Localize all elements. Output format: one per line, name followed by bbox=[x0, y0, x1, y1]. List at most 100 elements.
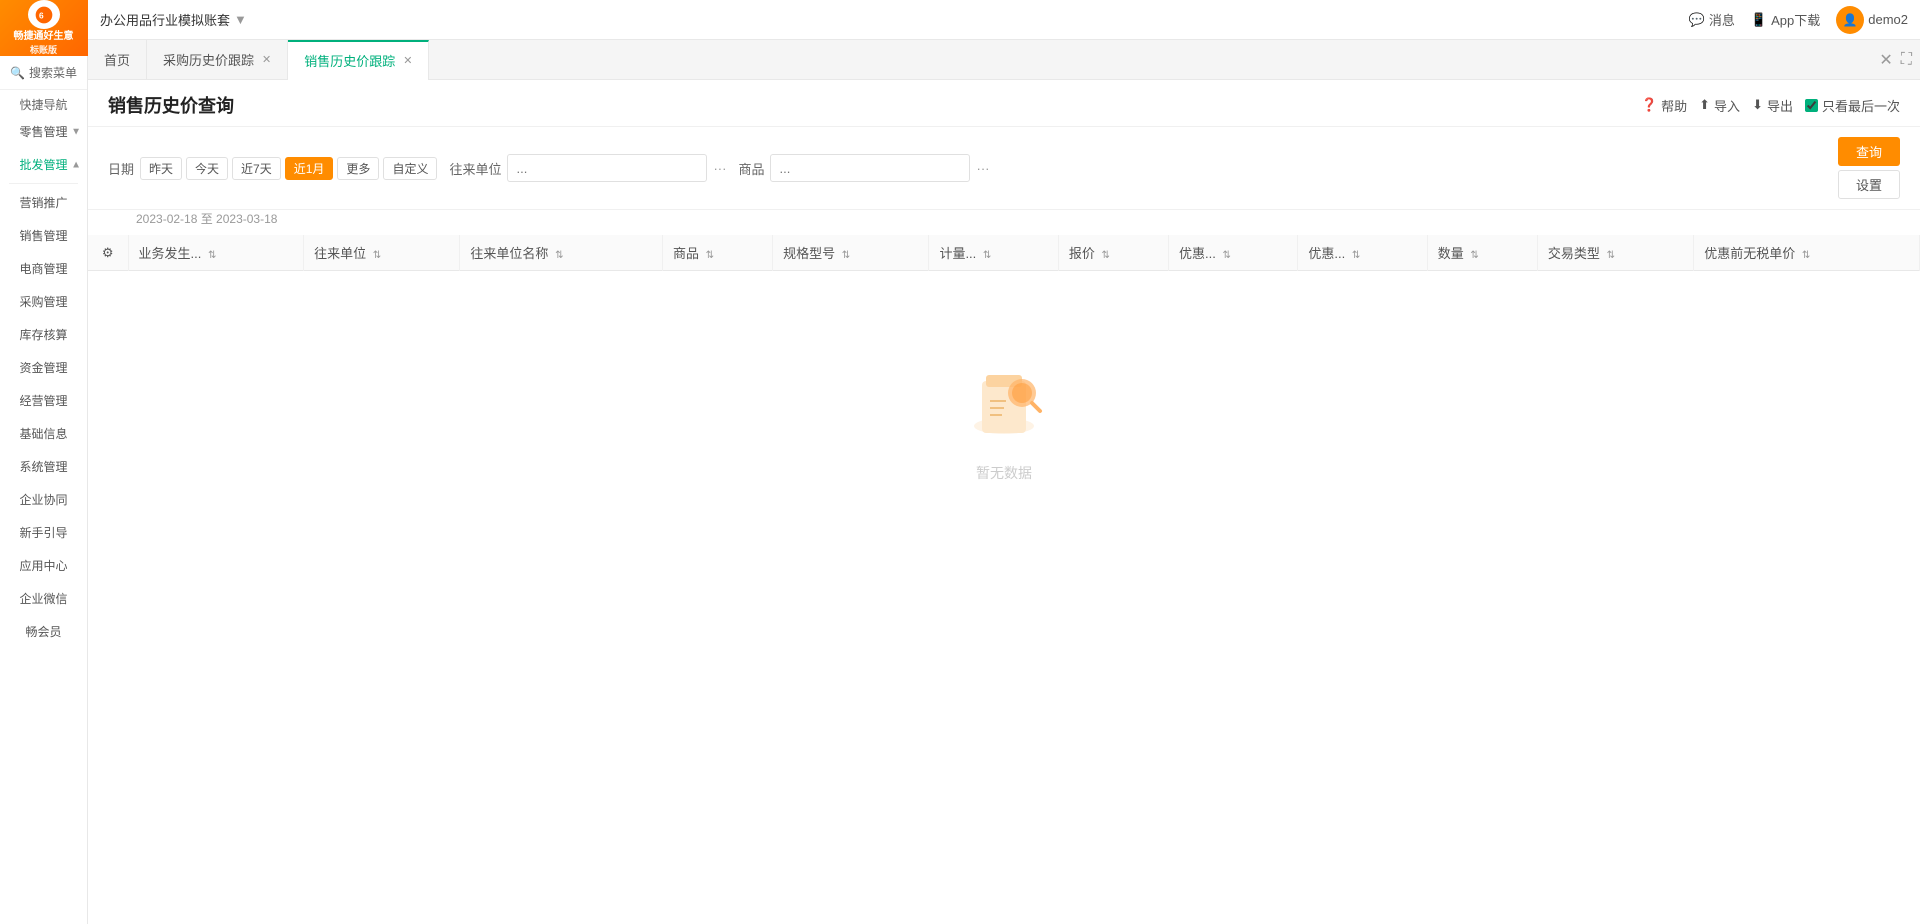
sales-label: 销售管理 bbox=[19, 227, 67, 244]
col-discount1[interactable]: 优惠... ⇅ bbox=[1168, 235, 1297, 271]
goods-more-icon[interactable]: ··· bbox=[976, 161, 989, 176]
quick-nav-label: 快捷导航 bbox=[0, 90, 87, 115]
header-actions: 💬 消息 📱 App下载 👤 demo2 bbox=[1689, 6, 1908, 34]
col-price[interactable]: 报价 ⇅ bbox=[1058, 235, 1168, 271]
system-label: 系统管理 bbox=[19, 458, 67, 475]
date-btn-yesterday[interactable]: 昨天 bbox=[140, 157, 182, 180]
sidebar-item-appstore[interactable]: 应用中心 bbox=[0, 549, 87, 582]
page-title-actions: ❓ 帮助 ⬆ 导入 ⬇ 导出 只看最后一次 bbox=[1641, 96, 1900, 115]
sidebar-item-marketing[interactable]: 营销推广 bbox=[0, 186, 87, 219]
only-last-item[interactable]: 只看最后一次 bbox=[1805, 96, 1900, 115]
marketing-label: 营销推广 bbox=[19, 194, 67, 211]
sidebar-item-wechat[interactable]: 企业微信 bbox=[0, 582, 87, 615]
operation-label: 经营管理 bbox=[19, 392, 67, 409]
date-btn-7days[interactable]: 近7天 bbox=[232, 157, 281, 180]
col-biz-date[interactable]: 业务发生... ⇅ bbox=[128, 235, 304, 271]
member-label: 畅会员 bbox=[25, 623, 61, 640]
sidebar-item-system[interactable]: 系统管理 bbox=[0, 450, 87, 483]
message-icon: 💬 bbox=[1689, 12, 1705, 28]
col-trade-type[interactable]: 交易类型 ⇅ bbox=[1537, 235, 1693, 271]
date-btn-1month[interactable]: 近1月 bbox=[285, 157, 334, 180]
sidebar-item-wholesale[interactable]: 批发管理 ▲ bbox=[0, 148, 87, 181]
sidebar-item-ecommerce[interactable]: 电商管理 bbox=[0, 252, 87, 285]
avatar-icon: 👤 bbox=[1843, 13, 1858, 27]
main-table: ⚙ 业务发生... ⇅ 往来单位 ⇅ 往来单位名称 ⇅ bbox=[88, 235, 1920, 271]
export-icon: ⬇ bbox=[1752, 97, 1763, 113]
sidebar-item-retail[interactable]: 零售管理 ▼ bbox=[0, 115, 87, 148]
tab-sales-history[interactable]: 销售历史价跟踪 ✕ bbox=[288, 40, 429, 80]
sort-icon-spec: ⇅ bbox=[842, 250, 850, 261]
search-menu[interactable]: 🔍 搜索菜单 bbox=[0, 56, 87, 90]
goods-input[interactable] bbox=[770, 154, 970, 182]
sort-icon-unit: ⇅ bbox=[983, 250, 991, 261]
sort-icon-discount1: ⇅ bbox=[1222, 250, 1230, 261]
date-label: 日期 bbox=[108, 159, 134, 178]
tab-bar: 首页 采购历史价跟踪 ✕ 销售历史价跟踪 ✕ ✕ ⛶ bbox=[88, 40, 1920, 80]
date-buttons: 昨天 今天 近7天 近1月 更多 自定义 bbox=[140, 157, 437, 180]
sidebar-item-enterprise[interactable]: 企业协同 bbox=[0, 483, 87, 516]
col-settings[interactable]: ⚙ bbox=[88, 235, 128, 271]
sidebar-item-operation[interactable]: 经营管理 bbox=[0, 384, 87, 417]
import-action[interactable]: ⬆ 导入 bbox=[1699, 96, 1740, 115]
tab-purchase-history[interactable]: 采购历史价跟踪 ✕ bbox=[147, 40, 288, 80]
tab-home[interactable]: 首页 bbox=[88, 40, 147, 80]
app-download-action[interactable]: 📱 App下载 bbox=[1751, 10, 1820, 29]
tab-maximize-icon[interactable]: ⛶ bbox=[1901, 51, 1912, 69]
tab-purchase-history-close[interactable]: ✕ bbox=[262, 53, 271, 66]
date-btn-more[interactable]: 更多 bbox=[337, 157, 379, 180]
help-action[interactable]: ❓ 帮助 bbox=[1641, 96, 1687, 115]
date-btn-today[interactable]: 今天 bbox=[186, 157, 228, 180]
goods-filter-group: 商品 ··· bbox=[738, 154, 989, 182]
tab-sales-history-close[interactable]: ✕ bbox=[403, 54, 412, 67]
col-pretax-price[interactable]: 优惠前无税单价 ⇅ bbox=[1694, 235, 1920, 271]
col-discount2[interactable]: 优惠... ⇅ bbox=[1298, 235, 1427, 271]
tab-close-all-icon[interactable]: ✕ bbox=[1879, 50, 1892, 70]
col-partner-name[interactable]: 往来单位名称 ⇅ bbox=[460, 235, 663, 271]
col-partner-code-label: 往来单位 bbox=[314, 246, 366, 261]
settings-button[interactable]: 设置 bbox=[1838, 170, 1900, 199]
tab-home-label: 首页 bbox=[104, 50, 130, 69]
message-action[interactable]: 💬 消息 bbox=[1689, 10, 1735, 29]
sort-icon-trade-type: ⇅ bbox=[1607, 250, 1615, 261]
sidebar-item-guide[interactable]: 新手引导 bbox=[0, 516, 87, 549]
enterprise-label: 企业协同 bbox=[19, 491, 67, 508]
sort-icon-partner-code: ⇅ bbox=[373, 250, 381, 261]
col-unit[interactable]: 计量... ⇅ bbox=[929, 235, 1058, 271]
col-partner-code[interactable]: 往来单位 ⇅ bbox=[304, 235, 460, 271]
date-btn-custom[interactable]: 自定义 bbox=[383, 157, 437, 180]
sort-icon-biz-date: ⇅ bbox=[208, 250, 216, 261]
col-goods[interactable]: 商品 ⇅ bbox=[662, 235, 772, 271]
inventory-label: 库存核算 bbox=[19, 326, 67, 343]
sort-icon-price: ⇅ bbox=[1101, 250, 1109, 261]
settings-icon[interactable]: ⚙ bbox=[102, 245, 114, 260]
sidebar-divider-1 bbox=[9, 183, 79, 184]
sidebar-item-member[interactable]: 畅会员 bbox=[0, 615, 87, 648]
search-icon: 🔍 bbox=[10, 66, 25, 80]
filter-bar: 日期 昨天 今天 近7天 近1月 更多 自定义 往来单位 ··· 商品 ··· bbox=[88, 127, 1920, 210]
partner-input[interactable] bbox=[507, 154, 707, 182]
help-label: 帮助 bbox=[1661, 96, 1687, 115]
query-button[interactable]: 查询 bbox=[1838, 137, 1900, 166]
export-action[interactable]: ⬇ 导出 bbox=[1752, 96, 1793, 115]
col-spec[interactable]: 规格型号 ⇅ bbox=[773, 235, 929, 271]
col-quantity[interactable]: 数量 ⇅ bbox=[1427, 235, 1537, 271]
retail-label: 零售管理 bbox=[19, 123, 67, 140]
message-label: 消息 bbox=[1709, 10, 1735, 29]
sidebar-item-finance[interactable]: 资金管理 bbox=[0, 351, 87, 384]
sidebar-item-inventory[interactable]: 库存核算 bbox=[0, 318, 87, 351]
chevron-down-icon: ▼ bbox=[71, 126, 81, 137]
user-profile-action[interactable]: 👤 demo2 bbox=[1836, 6, 1908, 34]
sort-icon-goods: ⇅ bbox=[706, 250, 714, 261]
workspace-dropdown-icon[interactable]: ▼ bbox=[234, 12, 247, 27]
tab-sales-history-label: 销售历史价跟踪 bbox=[304, 51, 395, 70]
workspace-name: 办公用品行业模拟账套 ▼ bbox=[100, 10, 1681, 29]
search-label: 搜索菜单 bbox=[29, 64, 77, 81]
appstore-label: 应用中心 bbox=[19, 557, 67, 574]
sidebar-item-purchase[interactable]: 采购管理 bbox=[0, 285, 87, 318]
partner-more-icon[interactable]: ··· bbox=[713, 161, 726, 176]
only-last-checkbox[interactable] bbox=[1805, 99, 1818, 112]
sort-icon-discount2: ⇅ bbox=[1352, 250, 1360, 261]
sidebar-item-sales[interactable]: 销售管理 bbox=[0, 219, 87, 252]
sidebar-item-basic[interactable]: 基础信息 bbox=[0, 417, 87, 450]
goods-label: 商品 bbox=[738, 159, 764, 178]
